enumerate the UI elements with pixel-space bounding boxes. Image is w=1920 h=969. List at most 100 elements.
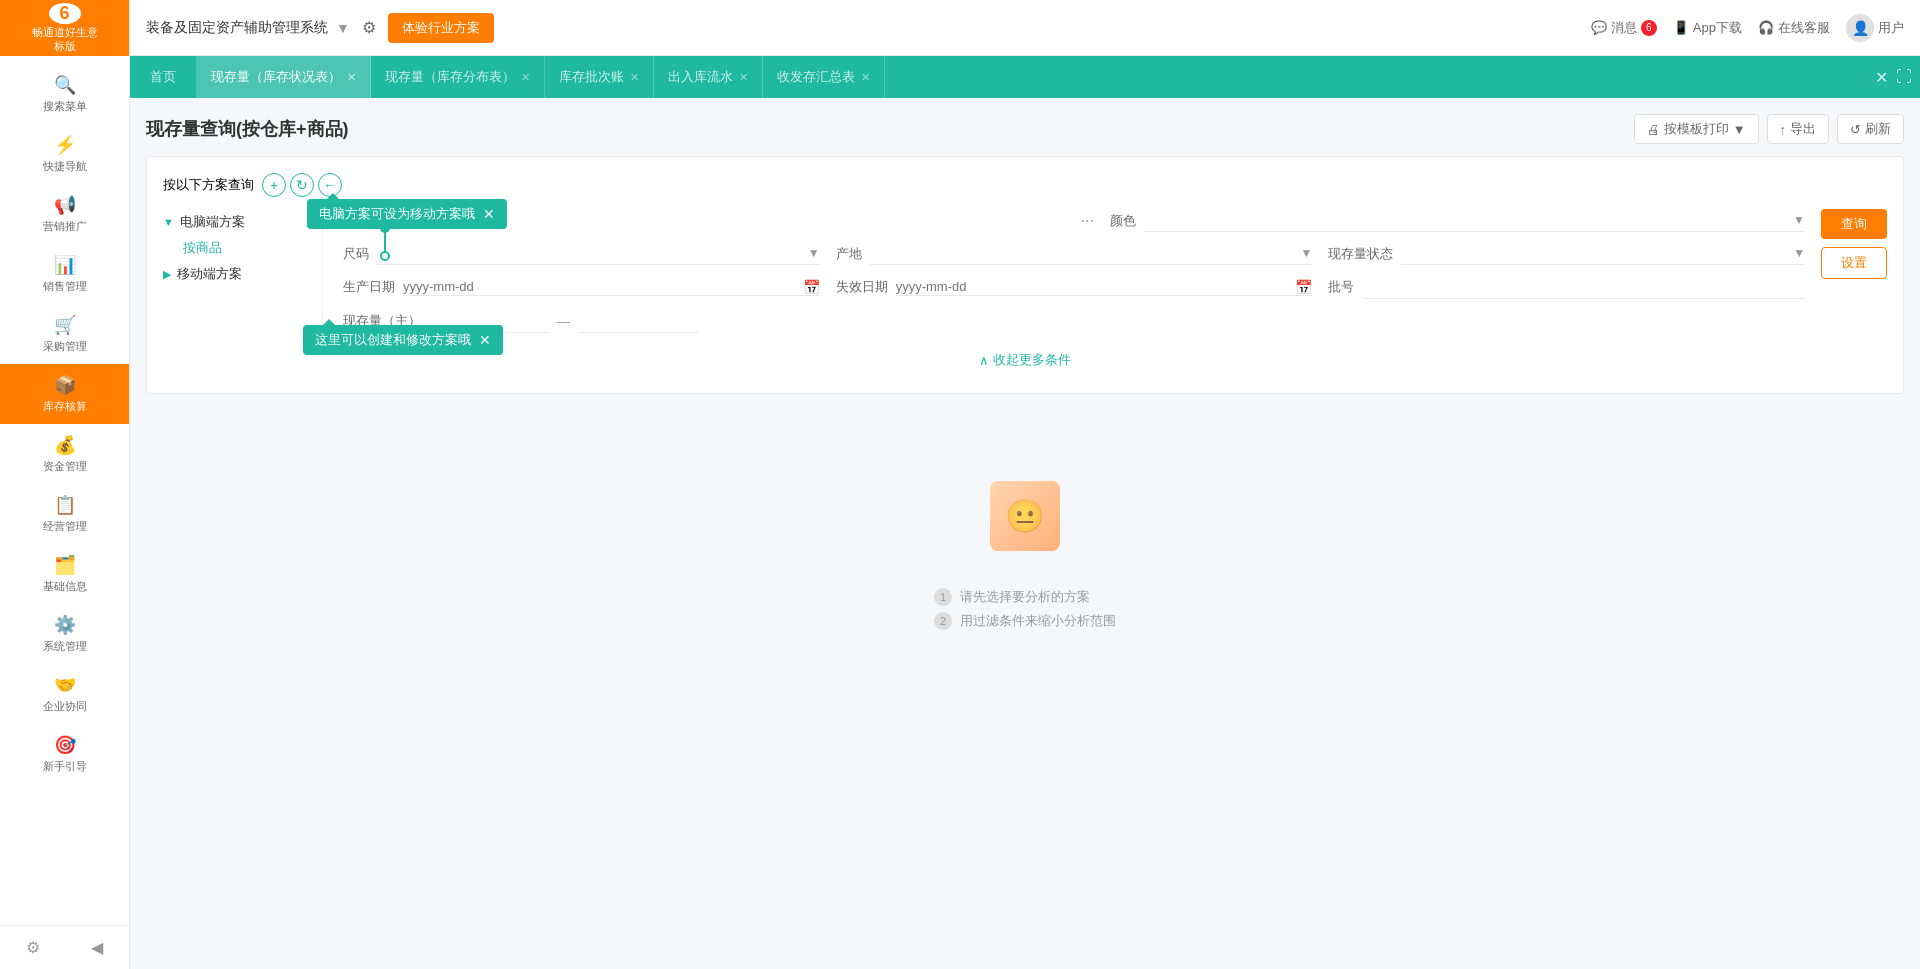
size-label: 尺码: [343, 245, 369, 263]
color-chevron: ▼: [1793, 213, 1805, 227]
tab-close-btn[interactable]: ✕: [347, 71, 356, 84]
app-logo: 6 畅通道好生意标版: [0, 0, 129, 56]
fullscreen-btn[interactable]: ⛶: [1896, 68, 1912, 86]
expire-date-input[interactable]: 📅: [896, 279, 1313, 296]
nav-icon: ⚡: [54, 134, 76, 156]
size-select[interactable]: ▼: [377, 242, 820, 265]
topbar: 装备及固定资产辅助管理系统 ▼ ⚙ 体验行业方案 💬 消息 6 📱 App下载 …: [130, 0, 1920, 56]
sidebar-item-system[interactable]: ⚙️ 系统管理: [0, 604, 129, 664]
scheme-child-node[interactable]: 按商品: [183, 235, 306, 261]
refresh-scheme-btn[interactable]: ↻: [290, 173, 314, 197]
step-num-2: 2: [934, 612, 952, 630]
sidebar-item-label: 库存核算: [43, 399, 87, 414]
scheme-tooltip-1-close[interactable]: ✕: [483, 206, 495, 222]
stock-max-input[interactable]: [578, 309, 698, 333]
status-select[interactable]: ▼: [1401, 242, 1805, 265]
mobile-scheme-label: 移动端方案: [177, 265, 242, 283]
size-chevron: ▼: [808, 246, 820, 260]
sidebar-item-sales[interactable]: 📊 销售管理: [0, 244, 129, 304]
topbar-right: 💬 消息 6 📱 App下载 🎧 在线客服 👤 用户: [1591, 14, 1904, 42]
scheme-tooltip-2-close[interactable]: ✕: [479, 332, 491, 348]
tab-close-btn[interactable]: ✕: [739, 71, 748, 84]
tab-close-btn[interactable]: ✕: [521, 71, 530, 84]
template-print-label: 按模板打印: [1664, 120, 1729, 138]
prod-date-calendar-icon[interactable]: 📅: [803, 279, 820, 295]
system-name: 装备及固定资产辅助管理系统: [146, 19, 328, 37]
tab-inout-flow[interactable]: 出入库流水 ✕: [654, 56, 763, 98]
tab-home[interactable]: 首页: [130, 56, 197, 98]
app-download-btn[interactable]: 📱 App下载: [1673, 19, 1742, 37]
tab-close-btn[interactable]: ✕: [861, 71, 870, 84]
close-all-tabs-btn[interactable]: ✕: [1875, 68, 1888, 87]
sidebar-item-enterprise[interactable]: 🤝 企业协同: [0, 664, 129, 724]
sidebar-item-purchase[interactable]: 🛒 采购管理: [0, 304, 129, 364]
sales-icon: 📊: [54, 254, 76, 276]
purchase-icon: 🛒: [54, 314, 76, 336]
tabbar: 首页 现存量（库存状况表） ✕ 现存量（库存分布表） ✕ 库存批次账 ✕ 出入库…: [130, 56, 1920, 98]
industry-btn[interactable]: 体验行业方案: [388, 13, 494, 43]
query-btn[interactable]: 查询: [1821, 209, 1887, 239]
tab-close-btn[interactable]: ✕: [630, 71, 639, 84]
tab-summary[interactable]: 收发存汇总表 ✕: [763, 56, 885, 98]
sidebar-item-basic-info[interactable]: 🗂️ 基础信息: [0, 544, 129, 604]
expire-date-calendar-icon[interactable]: 📅: [1295, 279, 1312, 295]
service-icon: 🎧: [1758, 20, 1774, 35]
scheme-tooltip-1-text: 电脑方案可设为移动方案哦: [319, 205, 475, 223]
sidebar-item-inventory[interactable]: 📦 库存核算: [0, 364, 129, 424]
add-scheme-btn[interactable]: +: [262, 173, 286, 197]
step-text-2: 用过滤条件来缩小分析范围: [960, 612, 1116, 630]
message-icon: 💬: [1591, 20, 1607, 35]
set-btn[interactable]: 设置: [1821, 247, 1887, 279]
scheme-tooltip-2-text: 这里可以创建和修改方案哦: [315, 331, 471, 349]
collapse-label: 收起更多条件: [993, 351, 1071, 369]
empty-step-2: 2 用过滤条件来缩小分析范围: [934, 612, 1116, 630]
sidebar-item-marketing[interactable]: 📢 营销推广: [0, 184, 129, 244]
sidebar-item-label: 快捷导航: [43, 159, 87, 174]
settings-gear-btn[interactable]: ⚙: [362, 18, 376, 37]
export-btn[interactable]: ↑ 导出: [1767, 114, 1830, 144]
origin-select[interactable]: ▼: [870, 242, 1313, 265]
prod-date-field[interactable]: [403, 279, 799, 294]
filter-body: ▼ 电脑端方案 按商品 ▶ 移动端方案 这里可以创建和修改方案哦: [163, 209, 1887, 343]
desktop-scheme-label: 电脑端方案: [180, 213, 245, 231]
sidebar-item-finance[interactable]: 💰 资金管理: [0, 424, 129, 484]
tab-label: 出入库流水: [668, 68, 733, 86]
sidebar-item-label: 营销推广: [43, 219, 87, 234]
color-select[interactable]: ▼: [1144, 209, 1805, 232]
operations-icon: 📋: [54, 494, 76, 516]
user-btn[interactable]: 👤 用户: [1846, 14, 1904, 42]
tab-label: 现存量（库存状况表）: [211, 68, 341, 86]
dots-icon-goods[interactable]: ···: [1081, 212, 1094, 230]
filter-row-2: 尺码 ▼ 产地 ▼: [343, 242, 1805, 265]
status-chevron: ▼: [1793, 246, 1805, 260]
tab-inventory-dist[interactable]: 现存量（库存分布表） ✕: [371, 56, 545, 98]
batch-input[interactable]: [1362, 275, 1805, 299]
message-btn[interactable]: 💬 消息 6: [1591, 19, 1657, 37]
refresh-btn[interactable]: ↺ 刷新: [1837, 114, 1904, 144]
sidebar-item-label: 搜索菜单: [43, 99, 87, 114]
tab-inventory-status[interactable]: 现存量（库存状况表） ✕: [197, 56, 371, 98]
settings-bottom-btn[interactable]: ⚙: [26, 938, 40, 957]
prod-date-input[interactable]: 📅: [403, 279, 820, 296]
collapse-sidebar-btn[interactable]: ◀: [91, 938, 103, 957]
refresh-icon: ↺: [1850, 122, 1861, 137]
expire-date-field[interactable]: [896, 279, 1292, 294]
tabbar-actions: ✕ ⛶: [1867, 56, 1920, 98]
template-print-btn[interactable]: 🖨 按模板打印 ▼: [1634, 114, 1759, 144]
tab-batch-account[interactable]: 库存批次账 ✕: [545, 56, 654, 98]
sidebar-item-search[interactable]: 🔍 搜索菜单: [0, 64, 129, 124]
sidebar-item-operations[interactable]: 📋 经营管理: [0, 484, 129, 544]
online-service-btn[interactable]: 🎧 在线客服: [1758, 19, 1830, 37]
sidebar-item-nav[interactable]: ⚡ 快捷导航: [0, 124, 129, 184]
sidebar-item-guide[interactable]: 🎯 新手引导: [0, 724, 129, 784]
chevron-down-icon: ▼: [1733, 122, 1746, 137]
app-download-label: App下载: [1693, 19, 1742, 37]
scheme-tooltip-2: 这里可以创建和修改方案哦 ✕: [303, 325, 503, 355]
mobile-scheme-node[interactable]: ▶ 移动端方案: [163, 261, 306, 287]
filter-cell-origin: 产地 ▼: [836, 242, 1313, 265]
sidebar-item-label: 采购管理: [43, 339, 87, 354]
arrow-icon: ▼: [163, 216, 174, 228]
desktop-scheme-node[interactable]: ▼ 电脑端方案: [163, 209, 306, 235]
online-service-label: 在线客服: [1778, 19, 1830, 37]
empty-icon-box: 😐: [990, 481, 1060, 551]
